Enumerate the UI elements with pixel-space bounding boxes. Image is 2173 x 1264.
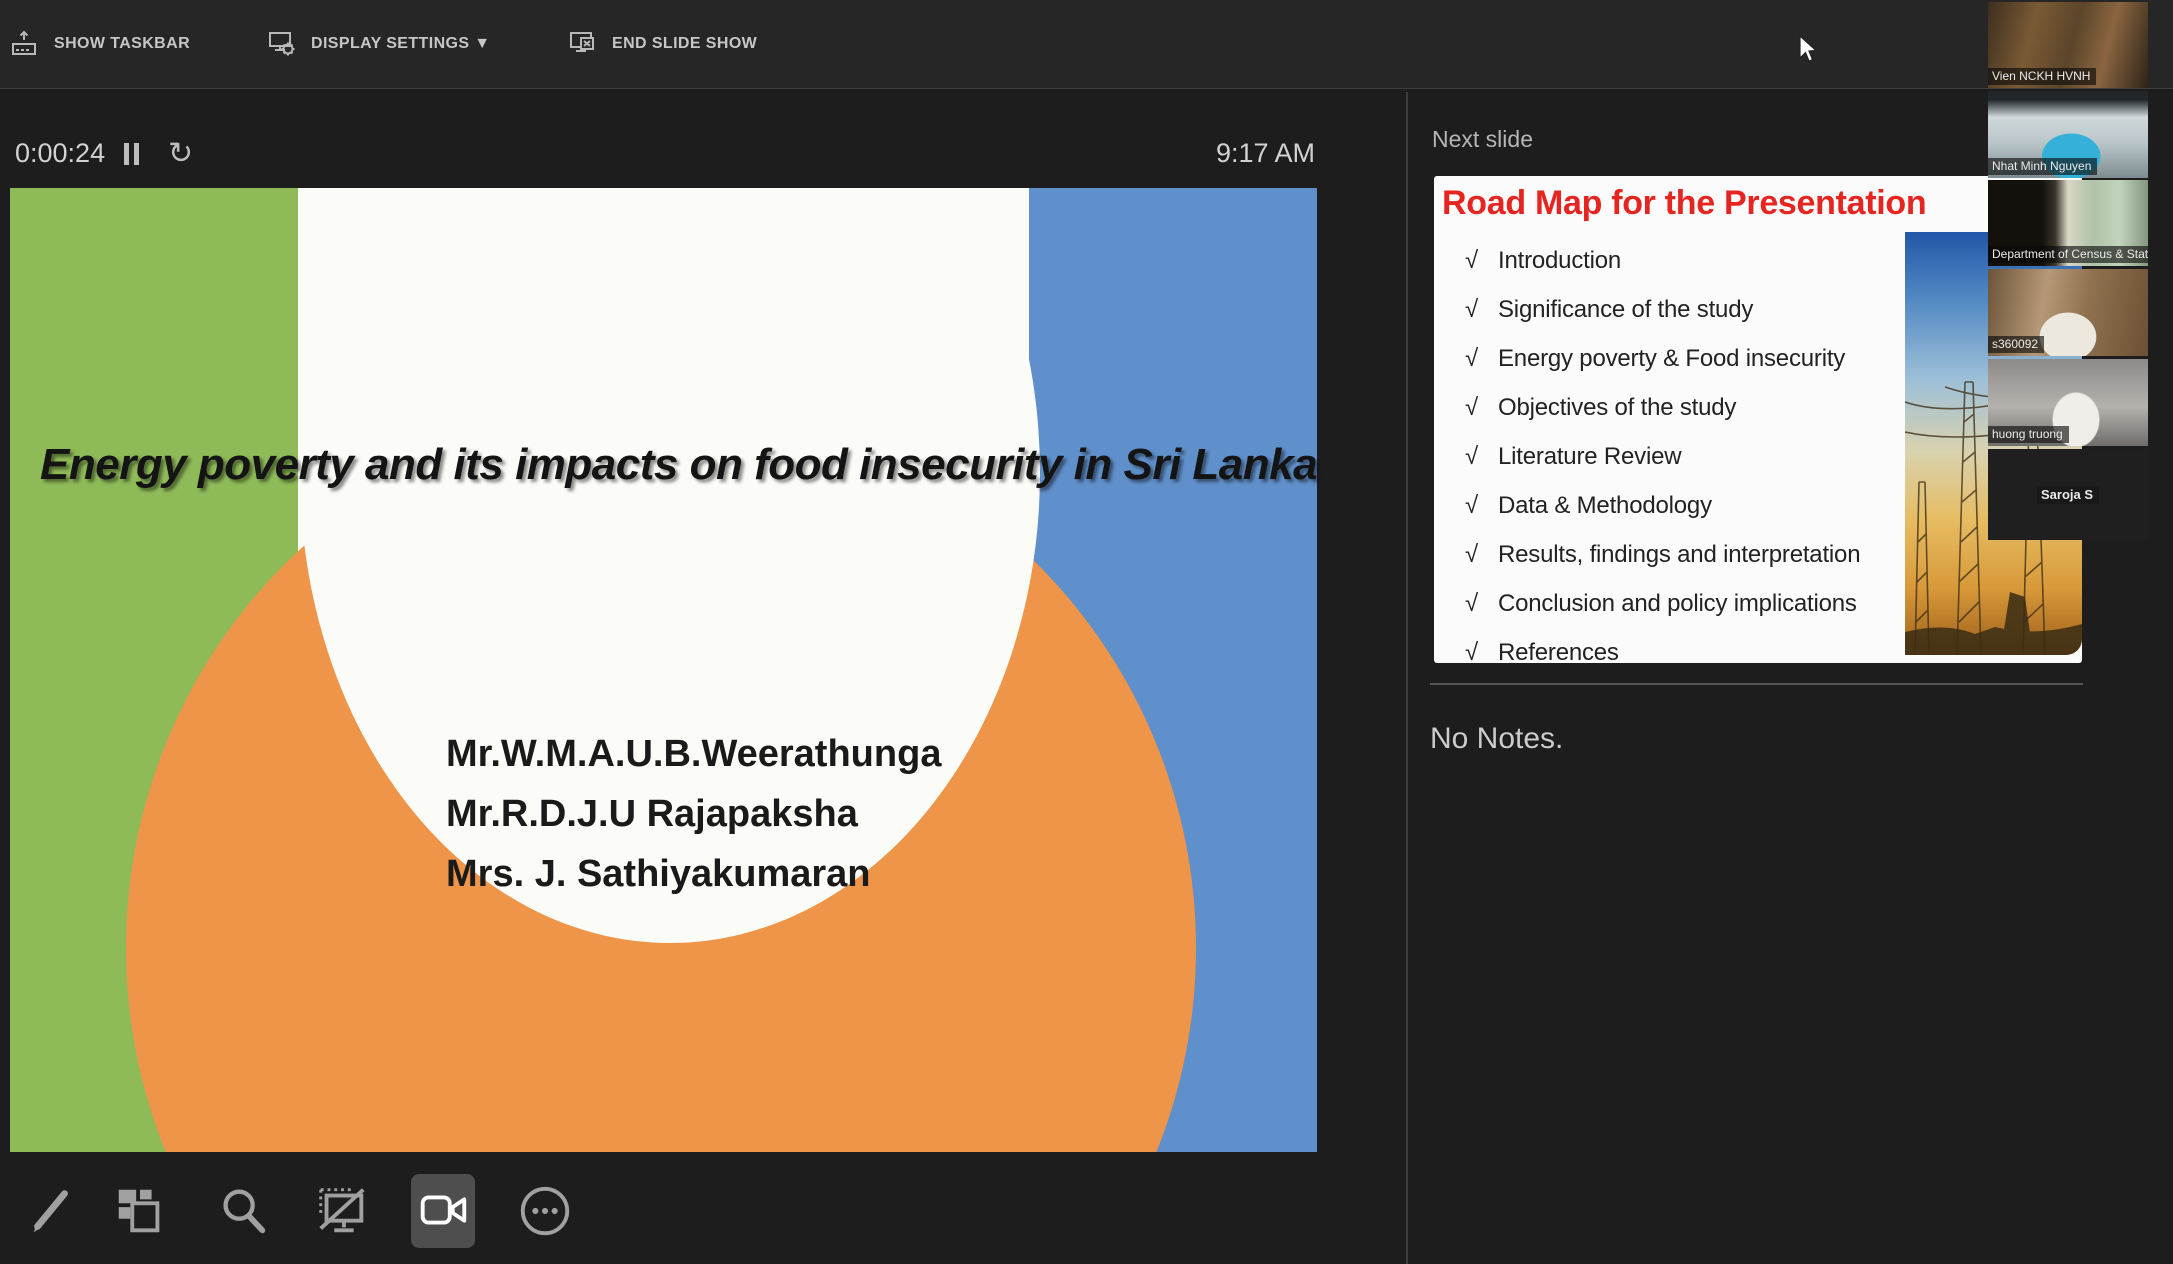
check-mark: √ (1465, 394, 1479, 421)
next-slide-label: Next slide (1432, 126, 1533, 152)
next-slide-list-item: √ References (1434, 637, 1904, 663)
check-mark: √ (1465, 443, 1479, 470)
check-mark: √ (1465, 639, 1479, 663)
participant-name: Department of Census & Statistics (1988, 246, 2148, 263)
display-settings-button[interactable]: DISPLAY SETTINGS ▼ (267, 0, 491, 88)
show-taskbar-button[interactable]: SHOW TASKBAR (10, 0, 190, 88)
presenter-view: SHOW TASKBAR DISPLAY SETTINGS ▼ END SLID… (0, 0, 2173, 1264)
check-mark: √ (1465, 296, 1479, 323)
slide-authors: Mr.W.M.A.U.B.Weerathunga Mr.R.D.J.U Rajap… (446, 724, 941, 904)
author-line: Mr.W.M.A.U.B.Weerathunga (446, 733, 942, 775)
zoom-slide-button[interactable] (211, 1174, 275, 1248)
participant-name: huong truong (1988, 426, 2069, 443)
display-settings-icon (269, 32, 295, 56)
list-item-text: Data & Methodology (1498, 492, 1712, 519)
pause-timer-button[interactable] (121, 141, 143, 172)
ellipsis-icon (520, 1186, 570, 1236)
next-slide-list-item: √ Significance of the study (1434, 294, 1904, 326)
restart-icon: ↻ (168, 137, 194, 170)
list-item-text: Objectives of the study (1498, 394, 1737, 421)
end-slide-show-icon (570, 32, 594, 52)
restart-timer-button[interactable]: ↻ (168, 136, 193, 171)
pause-icon (124, 143, 139, 165)
list-item-text: Literature Review (1498, 443, 1682, 470)
check-mark: √ (1465, 590, 1479, 617)
notes-divider (1430, 683, 2083, 685)
next-slide-list-item: √ Conclusion and policy implications (1434, 588, 1904, 620)
check-mark: √ (1465, 492, 1479, 519)
participant-name: Nhat Minh Nguyen (1988, 158, 2098, 175)
more-options-button[interactable] (513, 1174, 577, 1248)
slide-sorter-icon (118, 1189, 160, 1233)
author-line: Mrs. J. Sathiyakumaran (446, 853, 871, 895)
notes-text: No Notes. (1430, 722, 1564, 755)
mouse-cursor (1799, 34, 1818, 62)
next-slide-title: Road Map for the Presentation (1442, 184, 1927, 222)
list-item-text: Conclusion and policy implications (1498, 590, 1857, 617)
next-slide-list-item: √ Data & Methodology (1434, 490, 1904, 522)
participant-video[interactable]: Nhat Minh Nguyen (1988, 91, 2148, 178)
participant-video[interactable]: Department of Census & Statistics (1988, 180, 2148, 266)
slide-graphics (10, 188, 1317, 1152)
check-mark: √ (1465, 345, 1479, 372)
list-item-text: Results, findings and interpretation (1498, 541, 1861, 568)
black-screen-button[interactable] (310, 1174, 374, 1248)
black-screen-icon (319, 1188, 365, 1233)
camera-icon (420, 1195, 467, 1225)
list-item-text: References (1498, 639, 1619, 663)
next-slide-list-item: √ Energy poverty & Food insecurity (1434, 343, 1904, 375)
participant-name: Vien NCKH HVNH (1988, 68, 2097, 85)
pen-icon (33, 1190, 68, 1233)
check-mark: √ (1465, 247, 1479, 274)
participant-name: s360092 (1988, 336, 2045, 353)
participant-video[interactable]: Saroja S (1988, 449, 2148, 540)
clock: 9:17 AM (1215, 138, 1315, 168)
author-line: Mr.R.D.J.U Rajapaksha (446, 793, 858, 835)
pen-tool-button[interactable] (19, 1174, 83, 1248)
next-slide-preview[interactable]: Road Map for the Presentation √ Introduct… (1434, 176, 2082, 663)
next-slide-list-item: √ Literature Review (1434, 441, 1904, 473)
list-item-text: Energy poverty & Food insecurity (1498, 345, 1846, 372)
next-slide-list-item: √ Introduction (1434, 245, 1904, 277)
show-taskbar-label: SHOW TASKBAR (54, 35, 191, 52)
participant-video[interactable]: s360092 (1988, 269, 2148, 356)
list-item-text: Significance of the study (1498, 296, 1754, 323)
timer-elapsed: 0:00:24 (15, 138, 106, 168)
check-mark: √ (1465, 541, 1479, 568)
list-item-text: Introduction (1498, 247, 1622, 274)
participant-name: Saroja S (2036, 485, 2100, 504)
panel-divider (1406, 92, 1408, 1264)
participant-video[interactable]: Vien NCKH HVNH (1988, 2, 2148, 88)
next-slide-list-item: √ Objectives of the study (1434, 392, 1904, 424)
display-settings-label: DISPLAY SETTINGS ▼ (311, 35, 491, 52)
participant-video[interactable]: huong truong (1988, 359, 2148, 446)
slide-title: Energy poverty and its impacts on food i… (40, 440, 1318, 489)
see-all-slides-button[interactable] (108, 1174, 172, 1248)
next-slide-list-item: √ Results, findings and interpretation (1434, 539, 1904, 571)
toggle-camera-button[interactable] (411, 1174, 475, 1248)
top-toolbar: SHOW TASKBAR DISPLAY SETTINGS ▼ END SLID… (0, 0, 2173, 89)
end-slide-show-button[interactable]: END SLIDE SHOW (568, 0, 757, 88)
taskbar-icon (12, 30, 36, 55)
magnifier-icon (223, 1189, 266, 1234)
current-slide[interactable]: Energy poverty and its impacts on food i… (10, 188, 1318, 1152)
end-slide-show-label: END SLIDE SHOW (612, 35, 758, 52)
